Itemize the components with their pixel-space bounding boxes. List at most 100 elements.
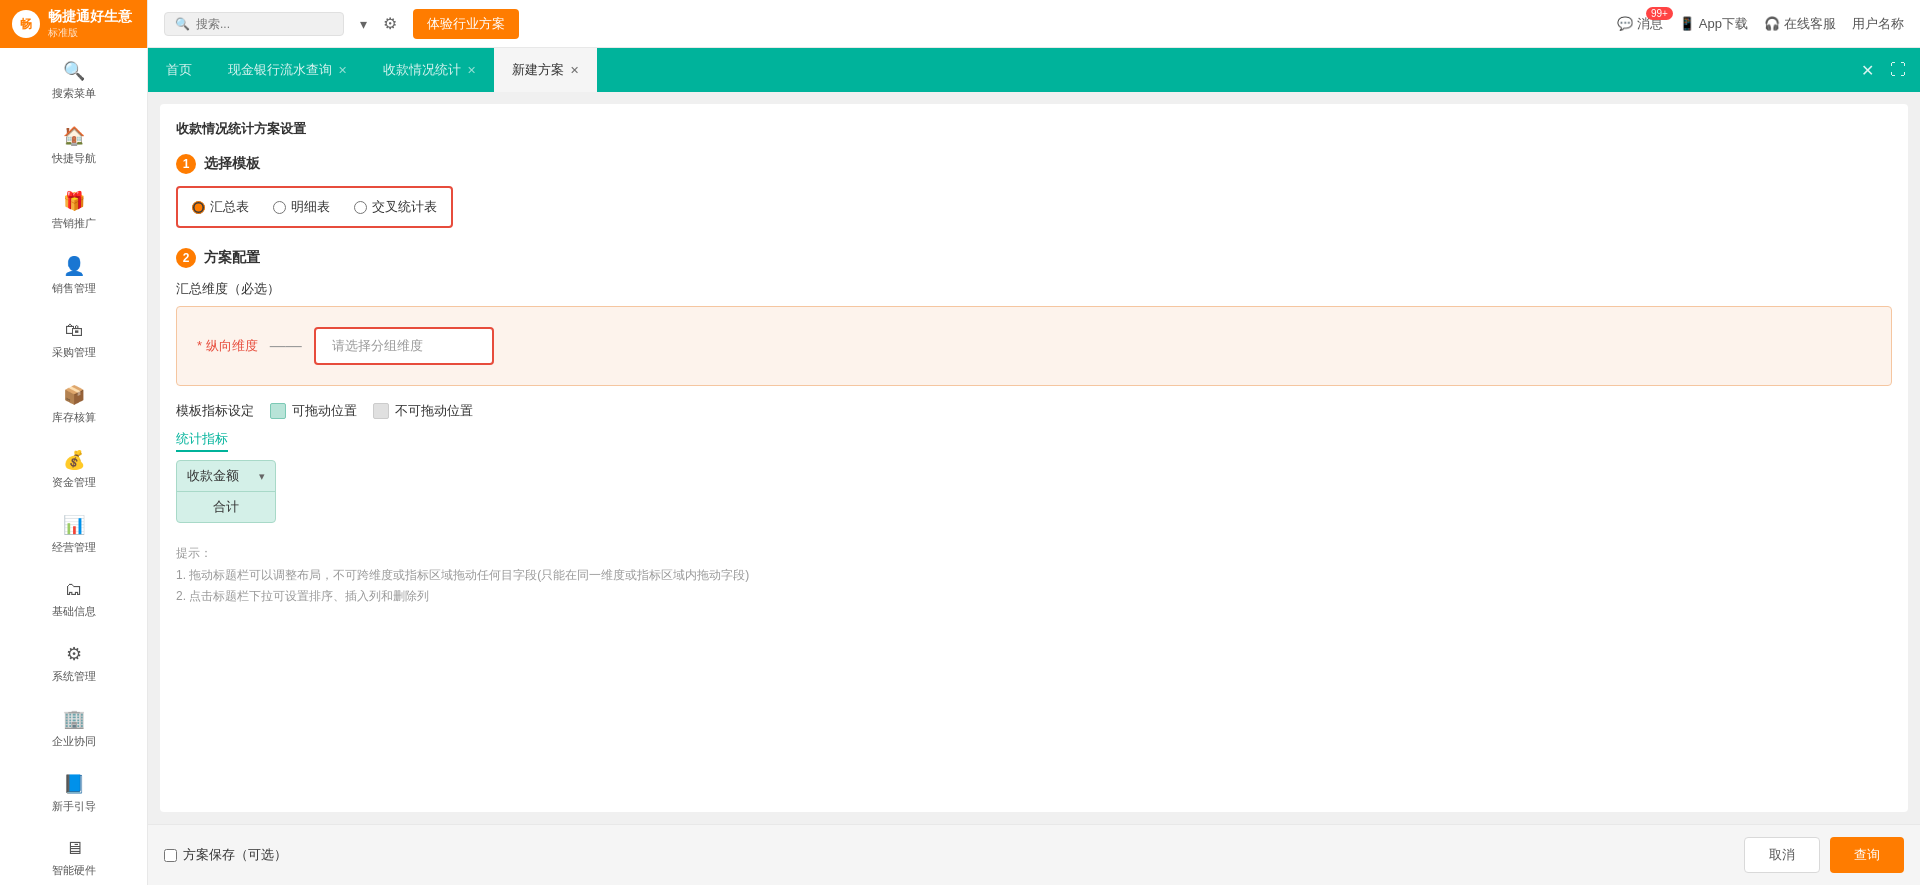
stat-label: 统计指标 xyxy=(176,430,228,452)
cancel-button[interactable]: 取消 xyxy=(1744,837,1820,873)
summary-dimension-label: 汇总维度（必选） xyxy=(176,280,1892,298)
app-name: 畅捷通好生意 xyxy=(48,8,132,26)
vertical-label: 纵向维度 xyxy=(197,337,258,355)
message-btn[interactable]: 💬 消息 99+ xyxy=(1617,15,1663,33)
tab-close-cashflow[interactable]: ✕ xyxy=(338,64,347,77)
finance-icon: 💰 xyxy=(63,449,85,471)
indicator-card-body: 合计 xyxy=(177,492,275,522)
download-btn[interactable]: 📱 App下载 xyxy=(1679,15,1748,33)
topbar-right: 💬 消息 99+ 📱 App下载 🎧 在线客服 用户名称 xyxy=(1617,15,1904,33)
sidebar-item-inventory[interactable]: 📦 库存核算 xyxy=(0,372,147,437)
radio-label-summary: 汇总表 xyxy=(210,198,249,216)
save-label: 方案保存（可选） xyxy=(183,846,287,864)
download-label: App下载 xyxy=(1699,15,1748,33)
sidebar-label-inventory: 库存核算 xyxy=(52,410,96,425)
radio-cross[interactable] xyxy=(354,201,367,214)
save-checkbox[interactable] xyxy=(164,849,177,862)
dimension-row: 纵向维度 —— 请选择分组维度 xyxy=(197,327,494,365)
indicators-section: 模板指标设定 可拖动位置 不可拖动位置 统计指标 xyxy=(176,402,1892,523)
service-btn[interactable]: 🎧 在线客服 xyxy=(1764,15,1836,33)
radio-label-detail: 明细表 xyxy=(291,198,330,216)
sidebar-item-quick-nav[interactable]: 🏠 快捷导航 xyxy=(0,113,147,178)
indicator-dropdown-icon[interactable]: ▾ xyxy=(259,470,265,483)
sidebar-item-finance[interactable]: 💰 资金管理 xyxy=(0,437,147,502)
sidebar-label-business: 经营管理 xyxy=(52,540,96,555)
dropdown-icon[interactable]: ▾ xyxy=(360,16,367,32)
business-icon: 📊 xyxy=(63,514,85,536)
fixed-label: 不可拖动位置 xyxy=(395,402,473,420)
step1-num: 1 xyxy=(176,154,196,174)
footer: 方案保存（可选） 取消 查询 xyxy=(148,824,1920,885)
movable-legend-box xyxy=(270,403,286,419)
tab-cashflow[interactable]: 现金银行流水查询 ✕ xyxy=(210,48,365,92)
sidebar-item-hardware[interactable]: 🖥 智能硬件 xyxy=(0,826,147,885)
close-window-icon[interactable]: ✕ xyxy=(1857,57,1878,84)
radio-detail[interactable] xyxy=(273,201,286,214)
tip-2: 2. 点击标题栏下拉可设置排序、插入列和删除列 xyxy=(176,586,1892,608)
download-icon: 📱 xyxy=(1679,16,1695,31)
radio-summary[interactable] xyxy=(192,201,205,214)
step2-header: 2 方案配置 xyxy=(176,248,1892,268)
maximize-icon[interactable]: ⛶ xyxy=(1886,57,1910,83)
guide-icon: 📘 xyxy=(63,773,85,795)
indicators-title: 模板指标设定 xyxy=(176,402,254,420)
page-title: 收款情况统计方案设置 xyxy=(176,120,1892,138)
step1-title: 选择模板 xyxy=(204,155,260,173)
sidebar-label-finance: 资金管理 xyxy=(52,475,96,490)
industry-btn[interactable]: 体验行业方案 xyxy=(413,9,519,39)
tab-home[interactable]: 首页 xyxy=(148,48,210,92)
radio-option-cross[interactable]: 交叉统计表 xyxy=(354,198,437,216)
tab-label-cashflow: 现金银行流水查询 xyxy=(228,61,332,79)
sidebar-label-hardware: 智能硬件 xyxy=(52,863,96,878)
radio-option-detail[interactable]: 明细表 xyxy=(273,198,330,216)
dimension-select[interactable]: 请选择分组维度 xyxy=(314,327,494,365)
search-input[interactable] xyxy=(196,17,316,31)
app-version: 标准版 xyxy=(48,26,132,40)
settings-icon[interactable]: ⚙ xyxy=(383,14,397,33)
sidebar-item-marketing[interactable]: 🎁 营销推广 xyxy=(0,178,147,243)
enterprise-icon: 🏢 xyxy=(63,708,85,730)
system-icon: ⚙ xyxy=(66,643,82,665)
sidebar-item-search[interactable]: 🔍 搜索菜单 xyxy=(0,48,147,113)
topbar-search-box[interactable]: 🔍 xyxy=(164,12,344,36)
sidebar-item-business[interactable]: 📊 经营管理 xyxy=(0,502,147,567)
message-icon: 💬 xyxy=(1617,16,1633,31)
content-inner: 收款情况统计方案设置 1 选择模板 汇总表 明细表 交叉统计表 2 方案配置 xyxy=(160,104,1908,812)
sidebar-label-guide: 新手引导 xyxy=(52,799,96,814)
dimension-area: 纵向维度 —— 请选择分组维度 xyxy=(176,306,1892,386)
tab-new-plan[interactable]: 新建方案 ✕ xyxy=(494,48,597,92)
sidebar-item-sales[interactable]: 👤 销售管理 xyxy=(0,243,147,308)
sidebar-item-system[interactable]: ⚙ 系统管理 xyxy=(0,631,147,696)
tab-close-new-plan[interactable]: ✕ xyxy=(570,64,579,77)
indicator-card: 收款金额 ▾ 合计 xyxy=(176,460,276,523)
search-icon: 🔍 xyxy=(63,60,85,82)
inventory-icon: 📦 xyxy=(63,384,85,406)
dimension-arrow-icon: —— xyxy=(270,337,302,355)
sidebar-item-basic-info[interactable]: 🗂 基础信息 xyxy=(0,567,147,631)
purchase-icon: 🛍 xyxy=(65,320,83,341)
tab-receipt[interactable]: 收款情况统计✕ xyxy=(365,48,494,92)
tips-area: 提示： 1. 拖动标题栏可以调整布局，不可跨维度或指标区域拖动任何目字段(只能在… xyxy=(176,543,1892,608)
footer-btns: 取消 查询 xyxy=(1744,837,1904,873)
indicators-header: 模板指标设定 可拖动位置 不可拖动位置 xyxy=(176,402,1892,420)
movable-label: 可拖动位置 xyxy=(292,402,357,420)
fixed-legend-box xyxy=(373,403,389,419)
sidebar-item-purchase[interactable]: 🛍 采购管理 xyxy=(0,308,147,372)
query-button[interactable]: 查询 xyxy=(1830,837,1904,873)
dimension-config: 汇总维度（必选） 纵向维度 —— 请选择分组维度 xyxy=(176,280,1892,386)
radio-option-summary[interactable]: 汇总表 xyxy=(192,198,249,216)
step2-num: 2 xyxy=(176,248,196,268)
indicator-card-header: 收款金额 ▾ xyxy=(177,461,275,492)
sidebar-label-enterprise: 企业协同 xyxy=(52,734,96,749)
save-option[interactable]: 方案保存（可选） xyxy=(164,846,287,864)
sidebar-item-guide[interactable]: 📘 新手引导 xyxy=(0,761,147,826)
service-label: 在线客服 xyxy=(1784,15,1836,33)
tab-label-new-plan: 新建方案 xyxy=(512,61,564,79)
sidebar-item-enterprise[interactable]: 🏢 企业协同 xyxy=(0,696,147,761)
sidebar-label-search: 搜索菜单 xyxy=(52,86,96,101)
sidebar-label-basic-info: 基础信息 xyxy=(52,604,96,619)
tip-1: 1. 拖动标题栏可以调整布局，不可跨维度或指标区域拖动任何目字段(只能在同一维度… xyxy=(176,565,1892,587)
user-info[interactable]: 用户名称 xyxy=(1852,15,1904,33)
hardware-icon: 🖥 xyxy=(65,838,83,859)
tab-close-receipt[interactable]: ✕ xyxy=(467,64,476,77)
